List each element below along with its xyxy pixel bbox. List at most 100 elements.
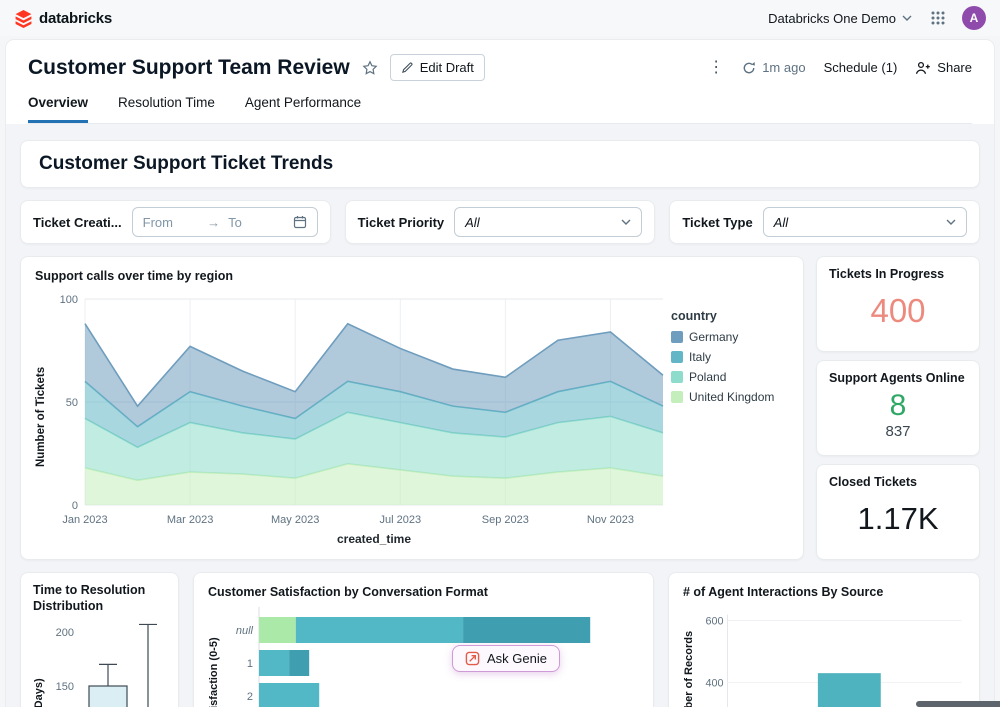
svg-text:1: 1 bbox=[247, 658, 253, 670]
widgets-row-2: Time to Resolution Distribution (Days) 1… bbox=[20, 572, 980, 707]
top-navbar: databricks Databricks One Demo A bbox=[0, 0, 1000, 36]
legend-item-united-kingdom[interactable]: United Kingdom bbox=[671, 390, 783, 404]
svg-text:Mar 2023: Mar 2023 bbox=[167, 514, 213, 526]
filter-ticket-creation-date: Ticket Creati... From → To bbox=[20, 200, 331, 244]
share-button[interactable]: Share bbox=[915, 60, 972, 75]
kebab-menu-icon[interactable]: ⋮ bbox=[708, 60, 724, 76]
chevron-down-icon bbox=[946, 219, 956, 225]
kpi-tickets-in-progress: Tickets In Progress 400 bbox=[816, 256, 980, 352]
tab-agent-performance[interactable]: Agent Performance bbox=[245, 95, 361, 123]
kpi-closed-tickets: Closed Tickets 1.17K bbox=[816, 464, 980, 560]
selected-value: All bbox=[774, 215, 938, 230]
refresh-icon bbox=[742, 61, 756, 75]
edit-draft-button[interactable]: Edit Draft bbox=[390, 54, 485, 81]
legend-item-germany[interactable]: Germany bbox=[671, 330, 783, 344]
svg-text:200: 200 bbox=[56, 627, 74, 639]
tab-bar: Overview Resolution Time Agent Performan… bbox=[28, 81, 972, 124]
genie-icon bbox=[465, 651, 480, 666]
kpi-value: 8 bbox=[890, 390, 907, 422]
kpi-value: 1.17K bbox=[857, 503, 938, 536]
ticket-priority-select[interactable]: All bbox=[454, 207, 642, 237]
chart-legend: country Germany Italy Poland United Kingdom bbox=[671, 287, 783, 547]
y-axis-title: Number of Tickets bbox=[35, 287, 51, 547]
bar-segment bbox=[259, 683, 319, 707]
chart-title: # of Agent Interactions By Source bbox=[683, 585, 965, 601]
range-arrow: → bbox=[207, 215, 220, 230]
avatar[interactable]: A bbox=[962, 6, 986, 30]
edit-draft-label: Edit Draft bbox=[420, 60, 474, 75]
filter-label: Ticket Creati... bbox=[33, 215, 122, 230]
kpi-value: 400 bbox=[870, 294, 925, 329]
svg-text:100: 100 bbox=[60, 294, 78, 306]
date-from-placeholder: From bbox=[143, 215, 200, 230]
area-chart: 0 50 100 Jan 2023 Mar 2023 May 2023 Jul 2023 Se… bbox=[51, 287, 671, 547]
filter-ticket-type: Ticket Type All bbox=[669, 200, 980, 244]
workspace-switcher[interactable]: Databricks One Demo bbox=[768, 11, 912, 26]
filter-label: Ticket Type bbox=[682, 215, 752, 230]
boxplot-box bbox=[89, 686, 127, 707]
legend-swatch bbox=[671, 371, 683, 383]
svg-text:created_time: created_time bbox=[337, 532, 411, 546]
calendar-icon bbox=[293, 215, 307, 229]
ask-genie-label: Ask Genie bbox=[487, 651, 547, 666]
chart-title: Customer Satisfaction by Conversation Fo… bbox=[208, 585, 639, 601]
section-title: Customer Support Ticket Trends bbox=[39, 153, 333, 174]
svg-text:Jul 2023: Jul 2023 bbox=[379, 514, 421, 526]
svg-text:Sep 2023: Sep 2023 bbox=[482, 514, 529, 526]
date-range-input[interactable]: From → To bbox=[132, 207, 318, 237]
date-to-placeholder: To bbox=[228, 215, 285, 230]
bar-segment bbox=[463, 617, 590, 643]
svg-text:50: 50 bbox=[66, 397, 78, 409]
dashboard-panel: Customer Support Team Review Edit Draft … bbox=[6, 40, 994, 707]
dashboard-header: Customer Support Team Review Edit Draft … bbox=[6, 40, 994, 124]
chart-agent-interactions: # of Agent Interactions By Source Number… bbox=[668, 572, 980, 707]
pencil-icon bbox=[401, 61, 414, 74]
bar-chart: 600400 bbox=[698, 607, 965, 707]
svg-text:Nov 2023: Nov 2023 bbox=[587, 514, 634, 526]
ticket-type-select[interactable]: All bbox=[763, 207, 967, 237]
brand-name: databricks bbox=[39, 10, 112, 27]
bar-segment bbox=[296, 617, 463, 643]
legend-item-italy[interactable]: Italy bbox=[671, 350, 783, 364]
svg-text:Jan 2023: Jan 2023 bbox=[62, 514, 107, 526]
tab-overview[interactable]: Overview bbox=[28, 95, 88, 123]
chart-resolution-distribution: Time to Resolution Distribution (Days) 1… bbox=[20, 572, 179, 707]
y-axis-title: Number of Records bbox=[683, 607, 698, 707]
svg-text:May 2023: May 2023 bbox=[271, 514, 319, 526]
bar-segment bbox=[289, 650, 309, 676]
tab-resolution-time[interactable]: Resolution Time bbox=[118, 95, 215, 123]
kpi-title: Tickets In Progress bbox=[829, 267, 967, 281]
filter-label: Ticket Priority bbox=[358, 215, 444, 230]
legend-item-poland[interactable]: Poland bbox=[671, 370, 783, 384]
kpi-column: Tickets In Progress 400 Support Agents O… bbox=[816, 256, 980, 560]
favorite-star-icon[interactable] bbox=[362, 60, 378, 76]
share-label: Share bbox=[937, 60, 972, 75]
schedule-button[interactable]: Schedule (1) bbox=[824, 60, 898, 75]
bar-segment bbox=[259, 617, 296, 643]
filter-ticket-priority: Ticket Priority All bbox=[345, 200, 656, 244]
refresh-age: 1m ago bbox=[762, 60, 805, 75]
svg-text:0: 0 bbox=[72, 500, 78, 512]
page-title: Customer Support Team Review bbox=[28, 56, 350, 80]
horizontal-scrollbar-thumb[interactable] bbox=[916, 701, 1000, 707]
workspace-name: Databricks One Demo bbox=[768, 11, 896, 26]
chevron-down-icon bbox=[902, 15, 912, 21]
legend-title: country bbox=[671, 309, 783, 323]
svg-text:2: 2 bbox=[247, 691, 253, 703]
dashboard-canvas: Customer Support Ticket Trends Ticket Cr… bbox=[6, 124, 994, 707]
refresh-button[interactable]: 1m ago bbox=[742, 60, 805, 75]
filters-row: Ticket Creati... From → To Ticket Priori… bbox=[20, 200, 980, 244]
apps-grid-icon[interactable] bbox=[930, 10, 946, 26]
ask-genie-button[interactable]: Ask Genie bbox=[452, 645, 560, 672]
bar-segment bbox=[259, 650, 289, 676]
databricks-home-link[interactable]: databricks bbox=[14, 9, 112, 28]
boxplot-chart: 150200 bbox=[48, 620, 166, 707]
selected-value: All bbox=[465, 215, 613, 230]
kpi-support-agents-online: Support Agents Online 8 837 bbox=[816, 360, 980, 456]
section-title-card: Customer Support Ticket Trends bbox=[20, 140, 980, 188]
horizontal-bar-chart: null123 bbox=[223, 607, 639, 707]
kpi-title: Closed Tickets bbox=[829, 475, 967, 489]
chart-satisfaction-by-format: Customer Satisfaction by Conversation Fo… bbox=[193, 572, 654, 707]
chart-title: Support calls over time by region bbox=[35, 269, 789, 283]
chart-support-calls: Support calls over time by region Number… bbox=[20, 256, 804, 560]
